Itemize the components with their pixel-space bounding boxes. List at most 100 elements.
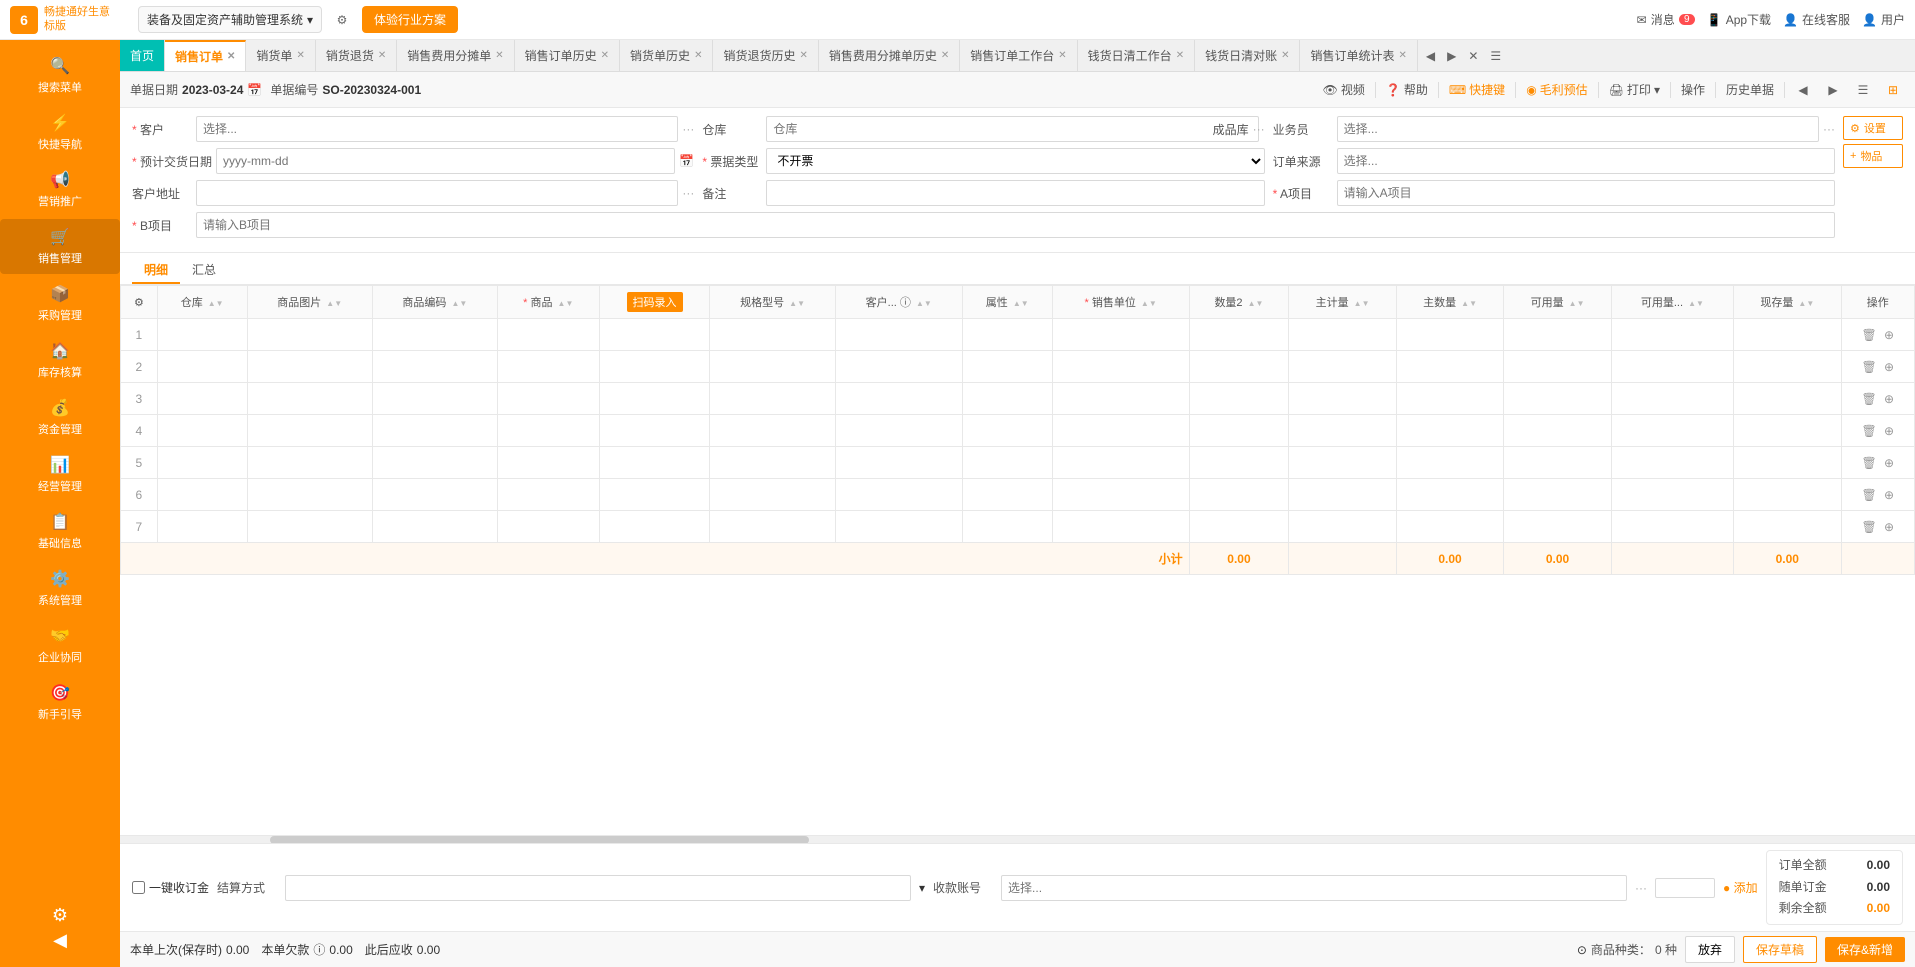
tab-cash-daily-workbench[interactable]: 钱货日清工作台 ✕ bbox=[1078, 40, 1195, 72]
tab-menu-button[interactable]: ☰ bbox=[1486, 49, 1505, 63]
b-project-input[interactable] bbox=[196, 212, 1835, 238]
tab-sales-return-history[interactable]: 销货单历史 ✕ bbox=[620, 40, 713, 72]
delivery-date-calendar-icon[interactable]: 📅 bbox=[679, 154, 694, 168]
th-qty2[interactable]: 数量2 ▲▼ bbox=[1189, 286, 1289, 319]
online-service-button[interactable]: 👤 在线客服 bbox=[1783, 11, 1850, 28]
sidebar-collapse-icon[interactable]: ◀ bbox=[53, 930, 67, 951]
th-main-unit[interactable]: 主计量 ▲▼ bbox=[1289, 286, 1397, 319]
one-click-checkbox-input[interactable] bbox=[132, 881, 145, 894]
th-spec-model[interactable]: 规格型号 ▲▼ bbox=[710, 286, 835, 319]
toolbar-next-icon[interactable]: ▶ bbox=[1821, 78, 1845, 102]
tab-sales-order-workbench[interactable]: 销售订单工作台 ✕ bbox=[960, 40, 1077, 72]
sidebar-item-search[interactable]: 🔍 搜索菜单 bbox=[0, 48, 120, 103]
system-selector[interactable]: 装备及固定资产辅助管理系统 ▾ bbox=[138, 6, 322, 33]
th-current-stock[interactable]: 现存量 ▲▼ bbox=[1734, 286, 1842, 319]
payment-method-chevron[interactable]: ▾ bbox=[919, 881, 925, 895]
save-new-button[interactable]: 保存&新增 bbox=[1825, 937, 1905, 962]
history-button[interactable]: 历史单据 bbox=[1722, 79, 1778, 100]
view-button[interactable]: 👁 视频 bbox=[1319, 79, 1369, 100]
tab-close-sales-refund-history[interactable]: ✕ bbox=[799, 50, 807, 61]
warehouse-more-icon[interactable]: ··· bbox=[1253, 122, 1265, 136]
print-button[interactable]: 🖨 打印 ▾ bbox=[1605, 79, 1664, 100]
copy-icon-1[interactable]: ⊕ bbox=[1884, 328, 1894, 342]
warehouse-input[interactable] bbox=[766, 116, 1258, 142]
copy-icon-5[interactable]: ⊕ bbox=[1884, 456, 1894, 470]
tab-sales-refund[interactable]: 销货退货 ✕ bbox=[316, 40, 397, 72]
delete-icon-3[interactable]: 🗑 bbox=[1861, 392, 1876, 406]
tab-sales-order[interactable]: 销售订单 ✕ bbox=[165, 40, 246, 72]
solution-button[interactable]: 体验行业方案 bbox=[362, 6, 458, 33]
tab-next-button[interactable]: ▶ bbox=[1443, 49, 1460, 63]
th-scan-input[interactable]: 扫码录入 bbox=[599, 286, 710, 319]
copy-icon-4[interactable]: ⊕ bbox=[1884, 424, 1894, 438]
salesperson-more-icon[interactable]: ··· bbox=[1823, 122, 1835, 136]
app-download-button[interactable]: 📱 App下载 bbox=[1707, 11, 1771, 28]
account-input[interactable] bbox=[1001, 875, 1627, 901]
discard-button[interactable]: 放弃 bbox=[1685, 936, 1735, 963]
tab-close-cash-daily-workbench[interactable]: ✕ bbox=[1176, 50, 1184, 61]
sub-tab-summary[interactable]: 汇总 bbox=[180, 257, 228, 284]
sidebar-item-purchase[interactable]: 📦 采购管理 bbox=[0, 276, 120, 331]
sidebar-item-finance[interactable]: 💰 资金管理 bbox=[0, 390, 120, 445]
delete-icon-2[interactable]: 🗑 bbox=[1861, 360, 1876, 374]
account-more-icon[interactable]: ··· bbox=[1635, 881, 1647, 895]
notes-input[interactable] bbox=[766, 180, 1264, 206]
tab-close-sales-refund[interactable]: ✕ bbox=[378, 50, 386, 61]
sidebar-item-quick-nav[interactable]: ⚡ 快捷导航 bbox=[0, 105, 120, 160]
customer-more-icon[interactable]: ··· bbox=[682, 122, 694, 136]
a-project-input[interactable] bbox=[1337, 180, 1835, 206]
settings-icon[interactable]: ⚙ bbox=[330, 8, 354, 32]
tab-sales-expense-history[interactable]: 销售费用分摊单历史 ✕ bbox=[819, 40, 960, 72]
tab-sales-order-history[interactable]: 销售订单历史 ✕ bbox=[515, 40, 620, 72]
th-main-qty[interactable]: 主数量 ▲▼ bbox=[1396, 286, 1504, 319]
copy-icon-6[interactable]: ⊕ bbox=[1884, 488, 1894, 502]
save-draft-button[interactable]: 保存草稿 bbox=[1743, 936, 1817, 963]
th-attribute[interactable]: 属性 ▲▼ bbox=[962, 286, 1052, 319]
address-more-icon[interactable]: ··· bbox=[682, 186, 694, 200]
copy-icon-2[interactable]: ⊕ bbox=[1884, 360, 1894, 374]
add-goods-button[interactable]: + 物品 bbox=[1843, 144, 1903, 168]
tab-sales-refund-history[interactable]: 销货退货历史 ✕ bbox=[713, 40, 818, 72]
copy-icon-3[interactable]: ⊕ bbox=[1884, 392, 1894, 406]
sidebar-item-system[interactable]: ⚙️ 系统管理 bbox=[0, 561, 120, 616]
tab-close-cash-daily-reconcile[interactable]: ✕ bbox=[1281, 50, 1289, 61]
tab-close-sales-return[interactable]: ✕ bbox=[296, 50, 304, 61]
th-sales-unit[interactable]: * 销售单位 ▲▼ bbox=[1052, 286, 1189, 319]
one-click-payment-checkbox[interactable]: 一键收订金 bbox=[132, 879, 209, 896]
tab-close-sales-expense-split[interactable]: ✕ bbox=[495, 50, 503, 61]
sidebar-item-newbie[interactable]: 🎯 新手引导 bbox=[0, 675, 120, 730]
th-available-qty[interactable]: 可用量 ▲▼ bbox=[1504, 286, 1612, 319]
toolbar-grid-icon[interactable]: ⊞ bbox=[1881, 78, 1905, 102]
payment-method-input[interactable] bbox=[285, 875, 911, 901]
delivery-date-input[interactable] bbox=[216, 148, 675, 174]
th-product-code[interactable]: 商品编码 ▲▼ bbox=[372, 286, 497, 319]
tab-close-sales-order[interactable]: ✕ bbox=[227, 51, 235, 62]
th-customer-ref[interactable]: 客户... ⓘ ▲▼ bbox=[835, 286, 962, 319]
tab-home[interactable]: 首页 bbox=[120, 40, 165, 72]
tab-sales-expense-split[interactable]: 销售费用分摊单 ✕ bbox=[397, 40, 514, 72]
shortcut-button[interactable]: ⌨ 快捷键 bbox=[1445, 79, 1509, 100]
calendar-icon[interactable]: 📅 bbox=[247, 83, 262, 97]
sub-tab-detail[interactable]: 明细 bbox=[132, 257, 180, 284]
profit-button[interactable]: ◉ 毛利预估 bbox=[1522, 79, 1592, 100]
delete-icon-4[interactable]: 🗑 bbox=[1861, 424, 1876, 438]
invoice-type-select[interactable]: 不开票 增值税普通发票 增值税专用发票 bbox=[766, 148, 1264, 174]
tab-cash-daily-reconcile[interactable]: 钱货日清对账 ✕ bbox=[1195, 40, 1300, 72]
sidebar-item-inventory[interactable]: 🏠 库存核算 bbox=[0, 333, 120, 388]
toolbar-list-icon[interactable]: ☰ bbox=[1851, 78, 1875, 102]
tab-sales-return[interactable]: 销货单 ✕ bbox=[246, 40, 315, 72]
sidebar-item-base-info[interactable]: 📋 基础信息 bbox=[0, 504, 120, 559]
salesperson-input[interactable] bbox=[1337, 116, 1819, 142]
form-settings-button[interactable]: ⚙ 设置 bbox=[1843, 116, 1903, 140]
th-settings[interactable]: ⚙ bbox=[121, 286, 158, 319]
tab-close-all-button[interactable]: ✕ bbox=[1464, 49, 1482, 63]
tab-close-sales-order-stats[interactable]: ✕ bbox=[1399, 50, 1407, 61]
tab-close-sales-return-history[interactable]: ✕ bbox=[694, 50, 702, 61]
th-available-more[interactable]: 可用量... ▲▼ bbox=[1611, 286, 1733, 319]
th-warehouse[interactable]: 仓库 ▲▼ bbox=[157, 286, 247, 319]
add-payment-button[interactable]: ● 添加 bbox=[1723, 879, 1758, 896]
scan-input-button[interactable]: 扫码录入 bbox=[627, 292, 683, 312]
customer-address-input[interactable] bbox=[196, 180, 678, 206]
message-button[interactable]: ✉ 消息 9 bbox=[1637, 11, 1695, 28]
delete-icon-5[interactable]: 🗑 bbox=[1861, 456, 1876, 470]
